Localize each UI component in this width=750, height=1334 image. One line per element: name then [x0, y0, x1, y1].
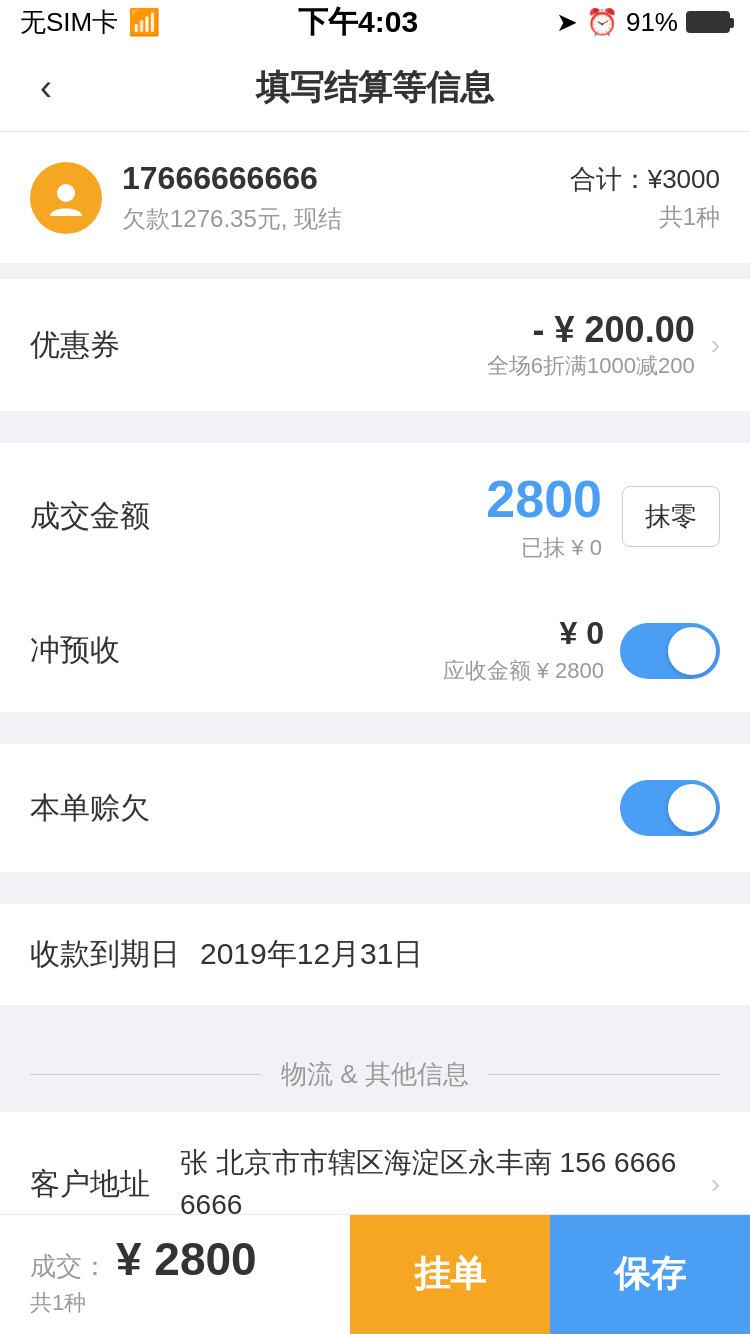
prepay-toggle[interactable] — [620, 623, 720, 679]
hang-single-button[interactable]: 挂单 — [350, 1215, 550, 1335]
total-label: 合计：¥3000 — [570, 162, 720, 197]
bottom-total-row: 成交： ¥ 2800 — [30, 1232, 320, 1286]
deal-amount-wrap: 2800 已抹 ¥ 0 — [486, 469, 602, 563]
status-time: 下午4:03 — [298, 2, 418, 43]
battery-percent: 91% — [626, 7, 678, 38]
avatar — [30, 162, 102, 234]
coupon-row[interactable]: 优惠券 - ¥ 200.00 全场6折满1000减200 › — [0, 279, 750, 411]
duedate-row: 收款到期日 2019年12月31日 — [0, 904, 750, 1005]
customer-phone: 17666666666 — [122, 160, 342, 197]
logistics-line-left — [30, 1074, 261, 1075]
deal-right: 2800 已抹 ¥ 0 抹零 — [486, 469, 720, 563]
prepay-sub: 应收金额 ¥ 2800 — [443, 656, 604, 686]
svg-point-0 — [57, 184, 75, 202]
page-title: 填写结算等信息 — [256, 65, 494, 111]
debt-label: 本单赊欠 — [30, 788, 150, 829]
coupon-value-wrap: - ¥ 200.00 全场6折满1000减200 — [487, 309, 695, 381]
address-label: 客户地址 — [30, 1164, 150, 1205]
save-button[interactable]: 保存 — [550, 1215, 750, 1335]
location-icon: ➤ — [556, 7, 578, 38]
gray-divider-2 — [0, 728, 750, 744]
bottom-bar: 成交： ¥ 2800 共1种 挂单 保存 — [0, 1214, 750, 1334]
alarm-icon: ⏰ — [586, 7, 618, 38]
toggle-knob — [668, 627, 716, 675]
duedate-label: 收款到期日 — [30, 934, 180, 975]
status-right: ➤ ⏰ 91% — [556, 7, 730, 38]
logistics-divider: 物流 & 其他信息 — [0, 1037, 750, 1112]
deal-sub: 已抹 ¥ 0 — [486, 533, 602, 563]
main-content: 17666666666 欠款1276.35元, 现结 合计：¥3000 共1种 … — [0, 132, 750, 1334]
sim-label: 无SIM卡 — [20, 5, 118, 40]
deal-amount-row: 成交金额 2800 已抹 ¥ 0 抹零 — [0, 443, 750, 589]
deal-amount-section: 成交金额 2800 已抹 ¥ 0 抹零 冲预收 ¥ 0 应收金额 ¥ 2800 — [0, 443, 750, 712]
prepay-amount-wrap: ¥ 0 应收金额 ¥ 2800 — [443, 615, 604, 686]
debt-toggle[interactable] — [620, 780, 720, 836]
wifi-icon: 📶 — [128, 7, 160, 38]
deal-amount: 2800 — [486, 469, 602, 529]
coupon-label: 优惠券 — [30, 325, 120, 366]
back-button[interactable]: ‹ — [30, 57, 62, 119]
deal-label: 成交金额 — [30, 496, 150, 537]
coupon-section: 优惠券 - ¥ 200.00 全场6折满1000减200 › — [0, 279, 750, 411]
bottom-total-amount: ¥ 2800 — [116, 1232, 257, 1286]
status-left: 无SIM卡 📶 — [20, 5, 160, 40]
bottom-total-info: 成交： ¥ 2800 共1种 — [0, 1232, 350, 1318]
duedate-value: 2019年12月31日 — [200, 934, 423, 975]
nav-bar: ‹ 填写结算等信息 — [0, 44, 750, 132]
battery-icon — [686, 11, 730, 33]
customer-total: 合计：¥3000 共1种 — [570, 162, 720, 233]
total-count: 共1种 — [570, 201, 720, 233]
address-chevron-icon: › — [711, 1168, 720, 1200]
round-zero-button[interactable]: 抹零 — [622, 486, 720, 547]
customer-card: 17666666666 欠款1276.35元, 现结 合计：¥3000 共1种 — [0, 132, 750, 263]
status-bar: 无SIM卡 📶 下午4:03 ➤ ⏰ 91% — [0, 0, 750, 44]
prepay-label: 冲预收 — [30, 630, 120, 671]
bottom-total-label: 成交： — [30, 1249, 108, 1284]
coupon-right: - ¥ 200.00 全场6折满1000减200 › — [487, 309, 720, 381]
customer-subtext: 欠款1276.35元, 现结 — [122, 203, 342, 235]
debt-section: 本单赊欠 — [0, 744, 750, 872]
prepay-amount: ¥ 0 — [443, 615, 604, 652]
bottom-count: 共1种 — [30, 1288, 320, 1318]
chevron-right-icon: › — [711, 329, 720, 361]
prepay-right: ¥ 0 应收金额 ¥ 2800 — [443, 615, 720, 686]
duedate-section: 收款到期日 2019年12月31日 — [0, 904, 750, 1005]
gray-divider-3 — [0, 888, 750, 904]
coupon-amount: - ¥ 200.00 — [487, 309, 695, 351]
debt-row: 本单赊欠 — [0, 744, 750, 872]
prepay-row: 冲预收 ¥ 0 应收金额 ¥ 2800 — [0, 589, 750, 712]
gray-divider-4 — [0, 1021, 750, 1037]
customer-details: 17666666666 欠款1276.35元, 现结 — [122, 160, 342, 235]
debt-toggle-knob — [668, 784, 716, 832]
logistics-line-right — [489, 1074, 720, 1075]
customer-info-left: 17666666666 欠款1276.35元, 现结 — [30, 160, 342, 235]
logistics-text: 物流 & 其他信息 — [281, 1057, 469, 1092]
coupon-desc: 全场6折满1000减200 — [487, 351, 695, 381]
gray-divider-1 — [0, 427, 750, 443]
